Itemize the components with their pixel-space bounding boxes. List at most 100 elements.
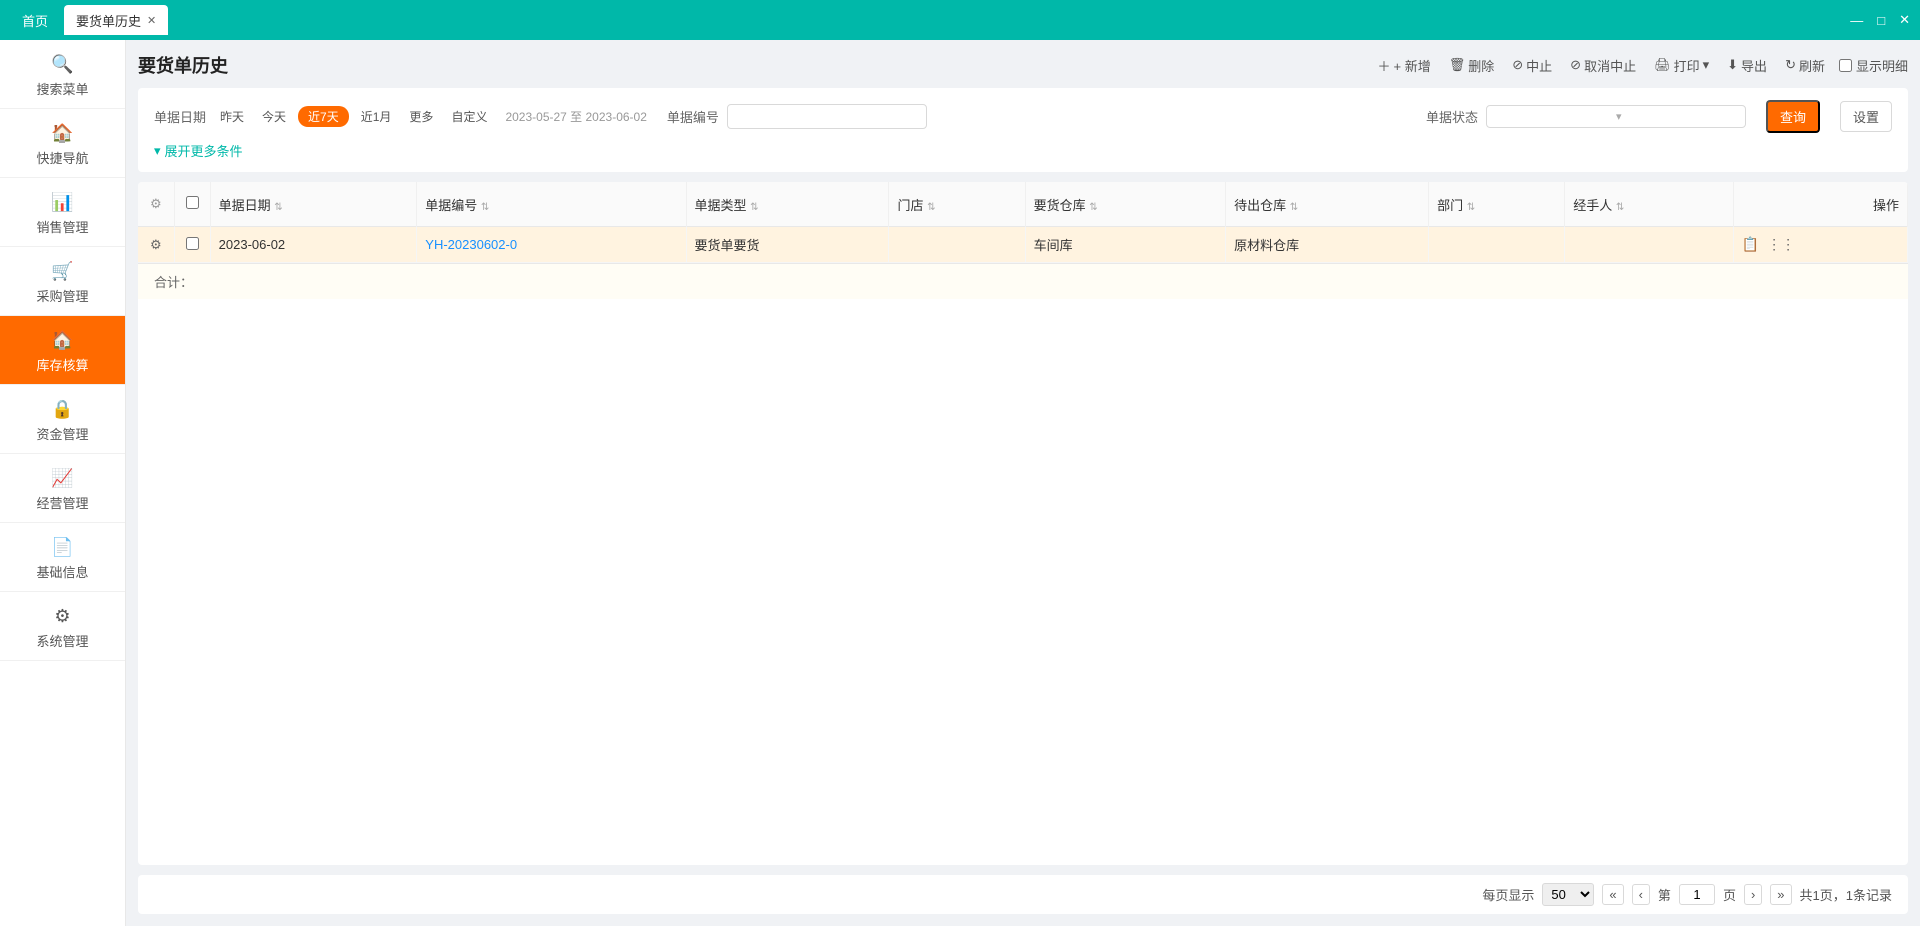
sidebar: 🔍 搜索菜单 🏠 快捷导航 📊 销售管理 🛒 采购管理 🏠 库存核算 🔒 资金管…: [0, 40, 126, 926]
tab-order-history[interactable]: 要货单历史 ✕: [64, 5, 168, 35]
sidebar-item-label-fund: 资金管理: [36, 424, 88, 443]
doc-number-label: 单据编号: [667, 107, 719, 126]
sort-store-icon[interactable]: ⇅: [927, 202, 935, 213]
chevron-down-icon: ▾: [1616, 110, 1737, 123]
filter-area: 单据日期 昨天 今天 近7天 近1月 更多 自定义 2023-05-27 至 2…: [138, 88, 1908, 172]
doc-number-input[interactable]: [727, 104, 927, 129]
date-btn-1month[interactable]: 近1月: [355, 106, 398, 127]
delete-label: 删除: [1468, 56, 1494, 75]
date-btn-yesterday[interactable]: 昨天: [214, 106, 250, 127]
query-button[interactable]: 查询: [1766, 100, 1820, 133]
first-page-button[interactable]: «: [1602, 884, 1623, 905]
tab-home[interactable]: 首页: [10, 5, 60, 35]
print-icon: 🖨: [1654, 57, 1671, 73]
delete-icon: 🗑: [1449, 57, 1466, 73]
sort-doc-date-icon[interactable]: ⇅: [274, 202, 282, 213]
date-btn-7days[interactable]: 近7天: [298, 106, 349, 127]
row-settings: ⚙: [138, 227, 174, 263]
sidebar-item-inventory-calc[interactable]: 🏠 库存核算: [0, 316, 125, 385]
sidebar-item-label-sales: 销售管理: [36, 217, 88, 236]
main-layout: 🔍 搜索菜单 🏠 快捷导航 📊 销售管理 🛒 采购管理 🏠 库存核算 🔒 资金管…: [0, 40, 1920, 926]
sort-pending-warehouse-icon[interactable]: ⇅: [1290, 202, 1298, 213]
sidebar-item-search-menu[interactable]: 🔍 搜索菜单: [0, 40, 125, 109]
sidebar-item-operation-mgmt[interactable]: 📈 经营管理: [0, 454, 125, 523]
th-doc-date: 单据日期 ⇅: [210, 182, 417, 227]
print-button[interactable]: 🖨 打印 ▾: [1650, 54, 1713, 77]
sidebar-item-basic-info[interactable]: 📄 基础信息: [0, 523, 125, 592]
sort-req-warehouse-icon[interactable]: ⇅: [1089, 202, 1097, 213]
date-filter-group: 单据日期 昨天 今天 近7天 近1月 更多 自定义 2023-05-27 至 2…: [154, 106, 647, 127]
expand-more-label: 展开更多条件: [165, 141, 243, 160]
row-req-warehouse: 车间库: [1025, 227, 1226, 263]
cancel-suspend-button[interactable]: ⊘ 取消中止: [1566, 54, 1640, 77]
sidebar-item-label-purchase: 采购管理: [36, 286, 88, 305]
fund-icon: 🔒: [51, 399, 73, 420]
next-page-button[interactable]: ›: [1744, 884, 1762, 905]
refresh-button[interactable]: ↻ 刷新: [1781, 54, 1829, 77]
th-department-label: 部门: [1437, 198, 1463, 213]
tab-close-icon[interactable]: ✕: [147, 14, 156, 27]
refresh-label: 刷新: [1799, 56, 1825, 75]
th-settings: ⚙: [138, 182, 174, 227]
th-doc-type-label: 单据类型: [695, 198, 747, 213]
view-icon[interactable]: 📋: [1742, 236, 1759, 253]
pending-warehouse-value: 原材料仓库: [1234, 238, 1299, 253]
date-btn-custom[interactable]: 自定义: [445, 106, 493, 127]
new-label: + 新增: [1393, 56, 1430, 75]
maximize-icon[interactable]: □: [1877, 13, 1885, 28]
th-req-warehouse: 要货仓库 ⇅: [1025, 182, 1226, 227]
expand-more-button[interactable]: ▾ 展开更多条件: [154, 141, 1892, 160]
sort-department-icon[interactable]: ⇅: [1467, 202, 1475, 213]
row-checkbox[interactable]: [186, 237, 199, 250]
row-department: [1429, 227, 1565, 263]
sidebar-item-sales-mgmt[interactable]: 📊 销售管理: [0, 178, 125, 247]
th-handler: 经手人 ⇅: [1565, 182, 1733, 227]
page-size-select[interactable]: 50 10 20 100: [1542, 883, 1594, 906]
tab-order-history-label: 要货单历史: [76, 11, 141, 30]
minimize-icon[interactable]: —: [1850, 13, 1863, 28]
expand-more-icon: ▾: [154, 143, 161, 159]
column-settings-icon[interactable]: ⚙: [146, 192, 166, 216]
sidebar-item-fund-mgmt[interactable]: 🔒 资金管理: [0, 385, 125, 454]
new-button[interactable]: ＋ + 新增: [1373, 54, 1434, 77]
show-detail-label: 显示明细: [1856, 56, 1908, 75]
sidebar-item-label-operation: 经营管理: [36, 493, 88, 512]
th-doc-type: 单据类型 ⇅: [686, 182, 889, 227]
suspend-button[interactable]: ⊘ 中止: [1508, 54, 1556, 77]
date-btn-more[interactable]: 更多: [403, 106, 439, 127]
show-detail-checkbox[interactable]: [1839, 59, 1852, 72]
sort-handler-icon[interactable]: ⇅: [1616, 202, 1624, 213]
sidebar-item-quick-nav[interactable]: 🏠 快捷导航: [0, 109, 125, 178]
prev-page-button[interactable]: ‹: [1632, 884, 1650, 905]
inventory-icon: 🏠: [51, 330, 73, 351]
settings-button[interactable]: 设置: [1840, 101, 1892, 132]
th-doc-number-label: 单据编号: [425, 198, 477, 213]
sort-doc-number-icon[interactable]: ⇅: [481, 202, 489, 213]
row-pending-warehouse: 原材料仓库: [1226, 227, 1429, 263]
page-title: 要货单历史: [138, 52, 228, 78]
sort-doc-type-icon[interactable]: ⇅: [750, 202, 758, 213]
row-doc-date: 2023-06-02: [210, 227, 417, 263]
page-number-input[interactable]: [1679, 884, 1715, 905]
last-page-button[interactable]: »: [1770, 884, 1791, 905]
close-icon[interactable]: ✕: [1899, 12, 1910, 28]
doc-number-link[interactable]: YH-20230602-0: [425, 237, 517, 252]
delete-button[interactable]: 🗑 删除: [1445, 54, 1499, 77]
th-handler-label: 经手人: [1573, 198, 1612, 213]
sidebar-item-purchase-mgmt[interactable]: 🛒 采购管理: [0, 247, 125, 316]
select-all-checkbox[interactable]: [186, 196, 199, 209]
table-wrapper: ⚙ 单据日期 ⇅ 单据编号 ⇅: [138, 182, 1908, 865]
export-button[interactable]: ⬇ 导出: [1723, 54, 1771, 77]
table-footer: 合计：: [138, 263, 1908, 299]
th-store: 门店 ⇅: [889, 182, 1025, 227]
date-range-display: 2023-05-27 至 2023-06-02: [505, 108, 646, 125]
more-icon[interactable]: ⋮⋮: [1767, 236, 1795, 253]
toolbar: ＋ + 新增 🗑 删除 ⊘ 中止 ⊘ 取消中止 🖨 打印: [1373, 54, 1908, 77]
row-handler: [1565, 227, 1733, 263]
date-btn-today[interactable]: 今天: [256, 106, 292, 127]
filter-row-1: 单据日期 昨天 今天 近7天 近1月 更多 自定义 2023-05-27 至 2…: [154, 100, 1892, 133]
doc-status-select[interactable]: ▾: [1486, 105, 1746, 128]
sidebar-item-system-mgmt[interactable]: ⚙ 系统管理: [0, 592, 125, 661]
doc-status-filter-group: 单据状态 ▾: [1426, 105, 1746, 128]
row-settings-icon[interactable]: ⚙: [150, 237, 162, 252]
